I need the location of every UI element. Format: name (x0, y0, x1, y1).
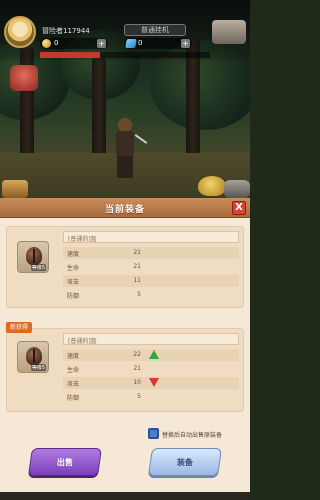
item-level: 等级5 (30, 364, 46, 371)
stat-value: 5 (137, 393, 141, 400)
stat-row: 速度 21 (63, 247, 239, 259)
stat-label: 生命 (67, 367, 80, 374)
stat-value: 21 (133, 263, 141, 270)
current-item-slot[interactable]: 等级5 (17, 241, 49, 273)
stat-value: 5 (137, 291, 141, 298)
stat-down-arrow-icon (149, 378, 159, 387)
stat-label: 速度 (67, 251, 80, 258)
auto-sell-label: 替换后自动出售原装备 (162, 432, 223, 439)
stat-up-arrow-icon (149, 350, 159, 359)
auto-sell-checkbox[interactable] (148, 428, 159, 439)
stat-label: 生命 (67, 265, 80, 272)
shop-icon[interactable] (212, 20, 246, 44)
stat-row: 攻击 10 (63, 377, 239, 389)
stat-row: 生命 21 (63, 261, 239, 273)
helmet-icon (26, 347, 42, 365)
gem-value: 0 (138, 39, 143, 47)
stat-label: 攻击 (67, 279, 80, 286)
stat-value: 22 (133, 351, 141, 358)
item-name: [普通的]盔 (68, 236, 97, 243)
add-gem-button[interactable]: + (181, 39, 190, 48)
helmet-icon (26, 247, 42, 265)
monster-sprite (224, 180, 250, 198)
panel-header: 当前装备 X (0, 198, 250, 218)
gold-coin-icon (42, 39, 51, 48)
stat-row: 速度 22 (63, 349, 239, 361)
bottom-nav-bar (0, 492, 250, 500)
equipment-panel: 当前装备 X 等级5 [普通的]盔 速度 21 生命 21 攻击 11 防御 5… (0, 198, 250, 492)
hero-character (112, 118, 148, 184)
panel-title: 当前装备 (104, 205, 145, 215)
equip-button-label: 装备 (176, 458, 193, 467)
current-item-card: 等级5 [普通的]盔 速度 21 生命 21 攻击 11 防御 5 (6, 226, 244, 308)
item-level: 等级5 (30, 264, 46, 271)
stat-label: 防御 (67, 293, 80, 300)
equip-button[interactable]: 装备 (148, 448, 222, 476)
stat-row: 攻击 11 (63, 275, 239, 287)
auto-sell-option[interactable]: 替换后自动出售原装备 (148, 428, 248, 440)
top-hud: 冒险者117944 普通挂机 0 + 0 + (0, 0, 250, 60)
stat-label: 攻击 (67, 381, 80, 388)
tree-trunk (92, 58, 106, 168)
monster-sprite (198, 176, 226, 196)
stat-value: 11 (133, 277, 141, 284)
battle-scene: 冒险者117944 普通挂机 0 + 0 + (0, 0, 250, 198)
gem-counter: 0 + (124, 38, 192, 49)
chest-icon[interactable] (2, 180, 28, 198)
player-avatar[interactable] (4, 16, 36, 48)
stat-value: 21 (133, 249, 141, 256)
new-item-tag: 新获得 (6, 322, 33, 333)
gold-value: 0 (54, 39, 59, 47)
stat-value: 10 (133, 379, 141, 386)
stat-value: 21 (133, 365, 141, 372)
stage-label[interactable]: 普通挂机 (124, 24, 186, 36)
gold-counter: 0 + (40, 38, 108, 49)
stat-row: 生命 21 (63, 363, 239, 375)
new-item-slot[interactable]: 等级5 (17, 341, 49, 373)
close-button[interactable]: X (232, 201, 246, 215)
stat-row: 防御 5 (63, 289, 239, 301)
sell-button-label: 出售 (56, 458, 73, 467)
stat-row: 防御 5 (63, 391, 239, 403)
player-name: 冒险者117944 (42, 27, 90, 35)
item-name: [普通的]盔 (68, 338, 97, 345)
gem-icon (125, 39, 137, 48)
event-icon[interactable] (10, 65, 38, 91)
item-name-box: [普通的]盔 (63, 333, 239, 345)
new-item-card: 等级5 [普通的]盔 速度 22 生命 21 攻击 10 防御 5 (6, 328, 244, 412)
stat-label: 速度 (67, 353, 80, 360)
add-gold-button[interactable]: + (97, 39, 106, 48)
stage-progress-bar (40, 52, 210, 58)
sell-button[interactable]: 出售 (28, 448, 102, 476)
stat-label: 防御 (67, 395, 80, 402)
item-name-box: [普通的]盔 (63, 231, 239, 243)
